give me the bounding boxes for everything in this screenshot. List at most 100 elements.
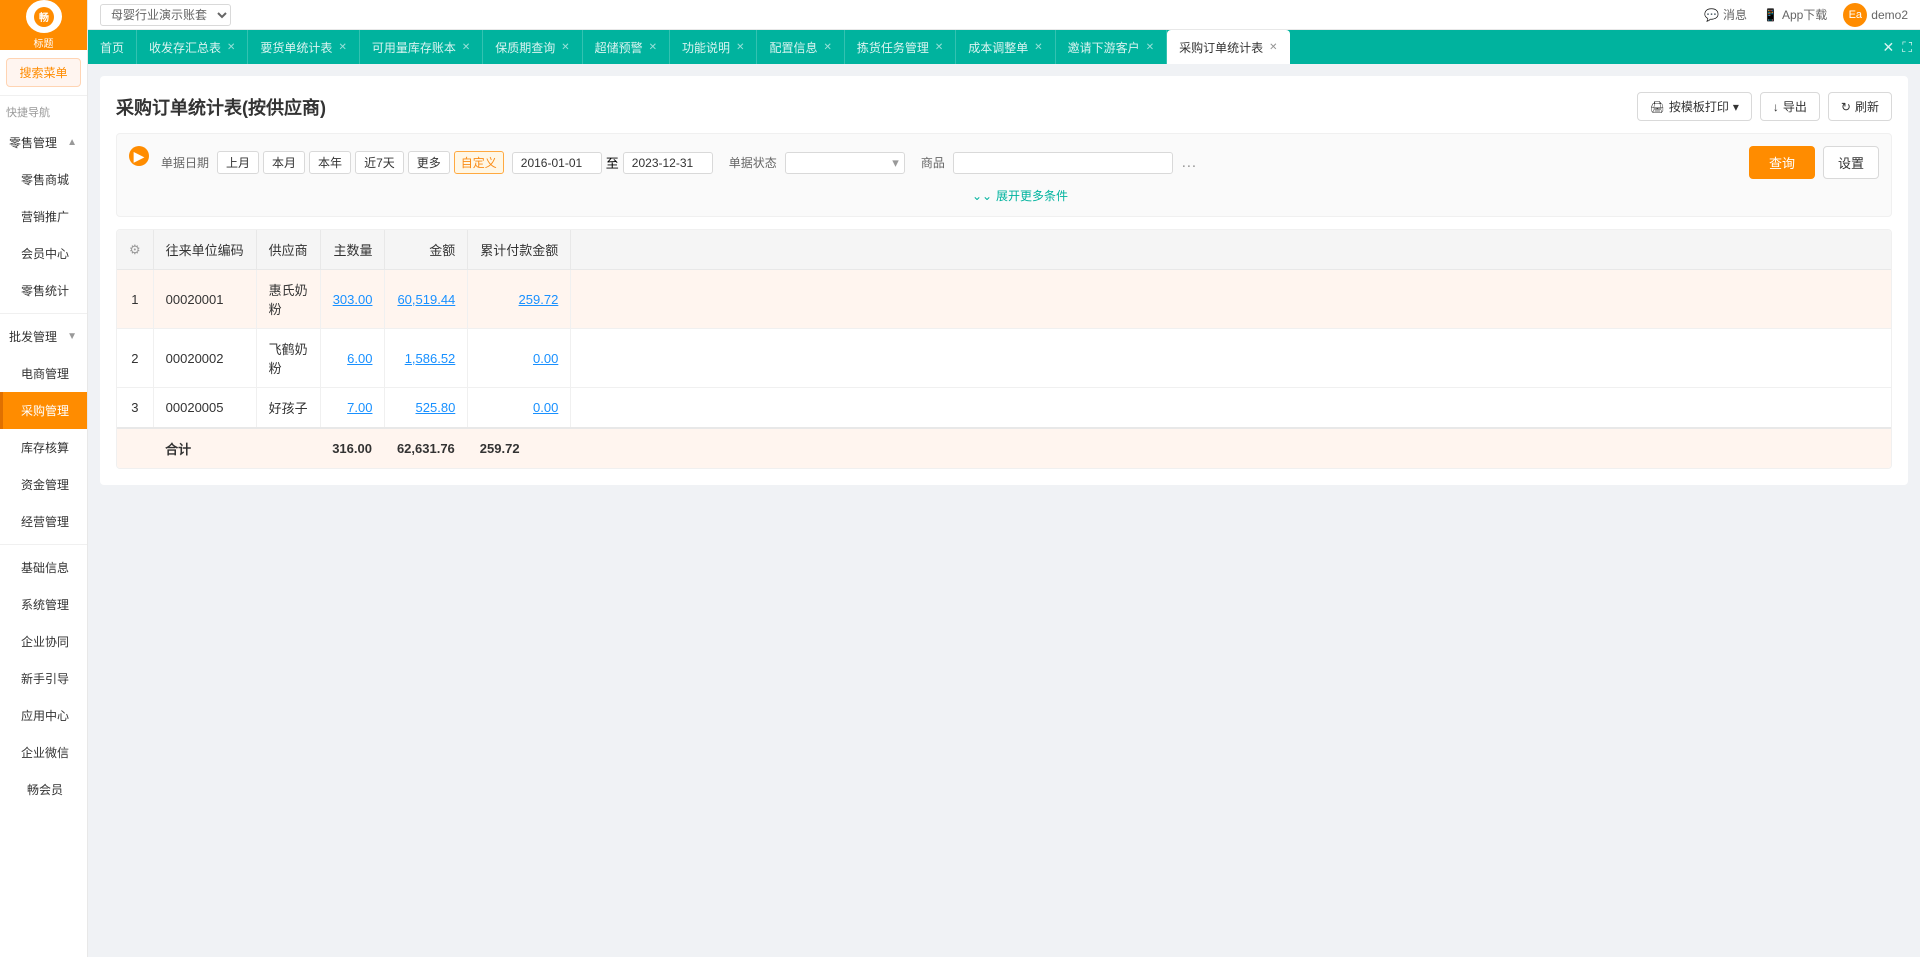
close-icon[interactable]: ✕ bbox=[338, 42, 346, 53]
tab-yaohuodan-label: 要货单统计表 bbox=[260, 39, 332, 56]
search-menu-button[interactable]: 搜索菜单 bbox=[6, 58, 81, 87]
warehouse-selector[interactable]: 母婴行业演示账套 bbox=[100, 4, 231, 26]
sidebar-item-retail[interactable]: 零售管理 ▲ bbox=[0, 124, 87, 161]
refresh-icon: ↻ bbox=[1841, 100, 1851, 114]
tab-baozhi[interactable]: 保质期查询 ✕ bbox=[483, 30, 582, 64]
row-extra bbox=[571, 329, 1891, 388]
sidebar-search-section: 搜索菜单 bbox=[0, 50, 87, 96]
date-start-input[interactable] bbox=[512, 152, 602, 174]
close-icon[interactable]: ✕ bbox=[649, 42, 657, 53]
tab-keyong-label: 可用量库存账本 bbox=[372, 39, 456, 56]
maximize-button[interactable]: ⛶ bbox=[1902, 39, 1912, 56]
row-supplier: 好孩子 bbox=[256, 388, 320, 429]
goods-label: 商品 bbox=[921, 154, 945, 171]
close-icon[interactable]: ✕ bbox=[1146, 42, 1154, 53]
tab-shoufahuizong[interactable]: 收发存汇总表 ✕ bbox=[137, 30, 248, 64]
refresh-button[interactable]: ↻ 刷新 bbox=[1828, 92, 1892, 121]
sidebar-item-inventory[interactable]: 库存核算 bbox=[0, 429, 87, 466]
sidebar-item-wechat[interactable]: 企业微信 bbox=[0, 734, 87, 771]
date-end-input[interactable] bbox=[623, 152, 713, 174]
sidebar-item-retail-shop[interactable]: 零售商城 bbox=[0, 161, 87, 198]
sidebar-item-newguide[interactable]: 新手引导 bbox=[0, 660, 87, 697]
close-icon[interactable]: ✕ bbox=[1034, 42, 1042, 53]
query-button[interactable]: 查询 bbox=[1749, 146, 1815, 179]
close-icon[interactable]: ✕ bbox=[1269, 42, 1277, 53]
date-separator: 至 bbox=[606, 153, 619, 172]
tab-caigou-label: 采购订单统计表 bbox=[1179, 39, 1263, 56]
tab-home[interactable]: 首页 bbox=[88, 30, 137, 64]
date-quick-this-month[interactable]: 本月 bbox=[263, 151, 305, 174]
filter-toggle-button[interactable]: ▶ bbox=[129, 146, 149, 166]
date-quick-this-year[interactable]: 本年 bbox=[309, 151, 351, 174]
col-amount: 金额 bbox=[385, 230, 468, 270]
sidebar-item-capital[interactable]: 资金管理 bbox=[0, 466, 87, 503]
footer-extra bbox=[571, 428, 1891, 468]
sidebar-item-appcenter[interactable]: 应用中心 bbox=[0, 697, 87, 734]
settings-button[interactable]: 设置 bbox=[1823, 146, 1879, 179]
template-print-button[interactable]: 🖨 按模板打印 ▾ bbox=[1637, 92, 1752, 121]
date-quick-last-month[interactable]: 上月 bbox=[217, 151, 259, 174]
logo-icon: 畅 bbox=[26, 0, 62, 33]
close-icon[interactable]: ✕ bbox=[462, 42, 470, 53]
row-index: 2 bbox=[117, 329, 153, 388]
sidebar-item-ecommerce[interactable]: 电商管理 bbox=[0, 355, 87, 392]
sidebar-item-basic[interactable]: 基础信息 bbox=[0, 549, 87, 586]
sidebar-item-wholesale[interactable]: 批发管理 ▼ bbox=[0, 318, 87, 355]
row-amount[interactable]: 1,586.52 bbox=[385, 329, 468, 388]
close-all-button[interactable]: ✕ bbox=[1882, 39, 1894, 56]
message-button[interactable]: 💬 消息 bbox=[1704, 6, 1747, 23]
sidebar-item-label-wholesale: 批发管理 bbox=[9, 328, 57, 345]
app-download-button[interactable]: 📱 App下载 bbox=[1763, 6, 1827, 23]
expand-more-button[interactable]: ⌄⌄ 展开更多条件 bbox=[972, 187, 1068, 204]
date-filter-item: 单据日期 上月 本月 本年 近7天 更多 自定义 bbox=[161, 151, 713, 174]
table-row: 1 00020001 惠氏奶粉 303.00 60,519.44 259.72 bbox=[117, 270, 1891, 329]
tab-chaochu[interactable]: 超储预警 ✕ bbox=[583, 30, 670, 64]
tab-yaoqing[interactable]: 邀请下游客户 ✕ bbox=[1056, 30, 1167, 64]
status-select[interactable] bbox=[785, 152, 905, 174]
tab-yaohuodan[interactable]: 要货单统计表 ✕ bbox=[248, 30, 359, 64]
export-button[interactable]: ↓ 导出 bbox=[1760, 92, 1820, 121]
sidebar-item-system[interactable]: 系统管理 bbox=[0, 586, 87, 623]
row-qty[interactable]: 6.00 bbox=[320, 329, 385, 388]
app-download-label: App下载 bbox=[1782, 6, 1827, 23]
sidebar-item-marketing[interactable]: 营销推广 bbox=[0, 198, 87, 235]
tab-keyong[interactable]: 可用量库存账本 ✕ bbox=[360, 30, 483, 64]
export-icon: ↓ bbox=[1773, 100, 1779, 114]
close-icon[interactable]: ✕ bbox=[736, 42, 744, 53]
sidebar-item-operations[interactable]: 经营管理 bbox=[0, 503, 87, 540]
tab-gongneng[interactable]: 功能说明 ✕ bbox=[670, 30, 757, 64]
row-qty[interactable]: 7.00 bbox=[320, 388, 385, 429]
sidebar-item-enterprise[interactable]: 企业协同 bbox=[0, 623, 87, 660]
user-profile-button[interactable]: Ea demo2 bbox=[1843, 3, 1908, 27]
date-quick-7days[interactable]: 近7天 bbox=[355, 151, 404, 174]
column-settings-icon[interactable]: ⚙ bbox=[129, 242, 141, 257]
close-icon[interactable]: ✕ bbox=[561, 42, 569, 53]
row-paid[interactable]: 259.72 bbox=[468, 270, 571, 329]
goods-more-icon[interactable]: … bbox=[1181, 154, 1197, 172]
row-paid[interactable]: 0.00 bbox=[468, 329, 571, 388]
close-icon[interactable]: ✕ bbox=[823, 42, 831, 53]
row-qty[interactable]: 303.00 bbox=[320, 270, 385, 329]
date-quick-more[interactable]: 更多 bbox=[408, 151, 450, 174]
row-amount[interactable]: 525.80 bbox=[385, 388, 468, 429]
tab-peizhi[interactable]: 配置信息 ✕ bbox=[757, 30, 844, 64]
main-content: 母婴行业演示账套 💬 消息 📱 App下载 Ea demo2 首页 bbox=[88, 0, 1920, 957]
sidebar-divider-1 bbox=[0, 313, 87, 314]
row-paid[interactable]: 0.00 bbox=[468, 388, 571, 429]
quick-nav-label: 快捷导航 bbox=[6, 107, 50, 119]
logo-text: 标题 bbox=[34, 35, 54, 50]
row-amount[interactable]: 60,519.44 bbox=[385, 270, 468, 329]
tab-paihuo[interactable]: 拣货任务管理 ✕ bbox=[845, 30, 956, 64]
sidebar-item-vip[interactable]: 畅会员 bbox=[0, 771, 87, 808]
filter-row-1: 单据日期 上月 本月 本年 近7天 更多 自定义 bbox=[161, 146, 1879, 179]
sidebar-item-member[interactable]: 会员中心 bbox=[0, 235, 87, 272]
tab-caigou[interactable]: 采购订单统计表 ✕ bbox=[1167, 30, 1290, 64]
sidebar-item-purchase[interactable]: 采购管理 bbox=[0, 392, 87, 429]
main-card: 采购订单统计表(按供应商) 🖨 按模板打印 ▾ ↓ 导出 ↻ 刷新 bbox=[100, 76, 1908, 485]
col-paid: 累计付款金额 bbox=[468, 230, 571, 270]
goods-input[interactable] bbox=[953, 152, 1173, 174]
sidebar-item-retail-stat[interactable]: 零售统计 bbox=[0, 272, 87, 309]
tab-chengben[interactable]: 成本调整单 ✕ bbox=[956, 30, 1055, 64]
close-icon[interactable]: ✕ bbox=[227, 42, 235, 53]
close-icon[interactable]: ✕ bbox=[935, 42, 943, 53]
